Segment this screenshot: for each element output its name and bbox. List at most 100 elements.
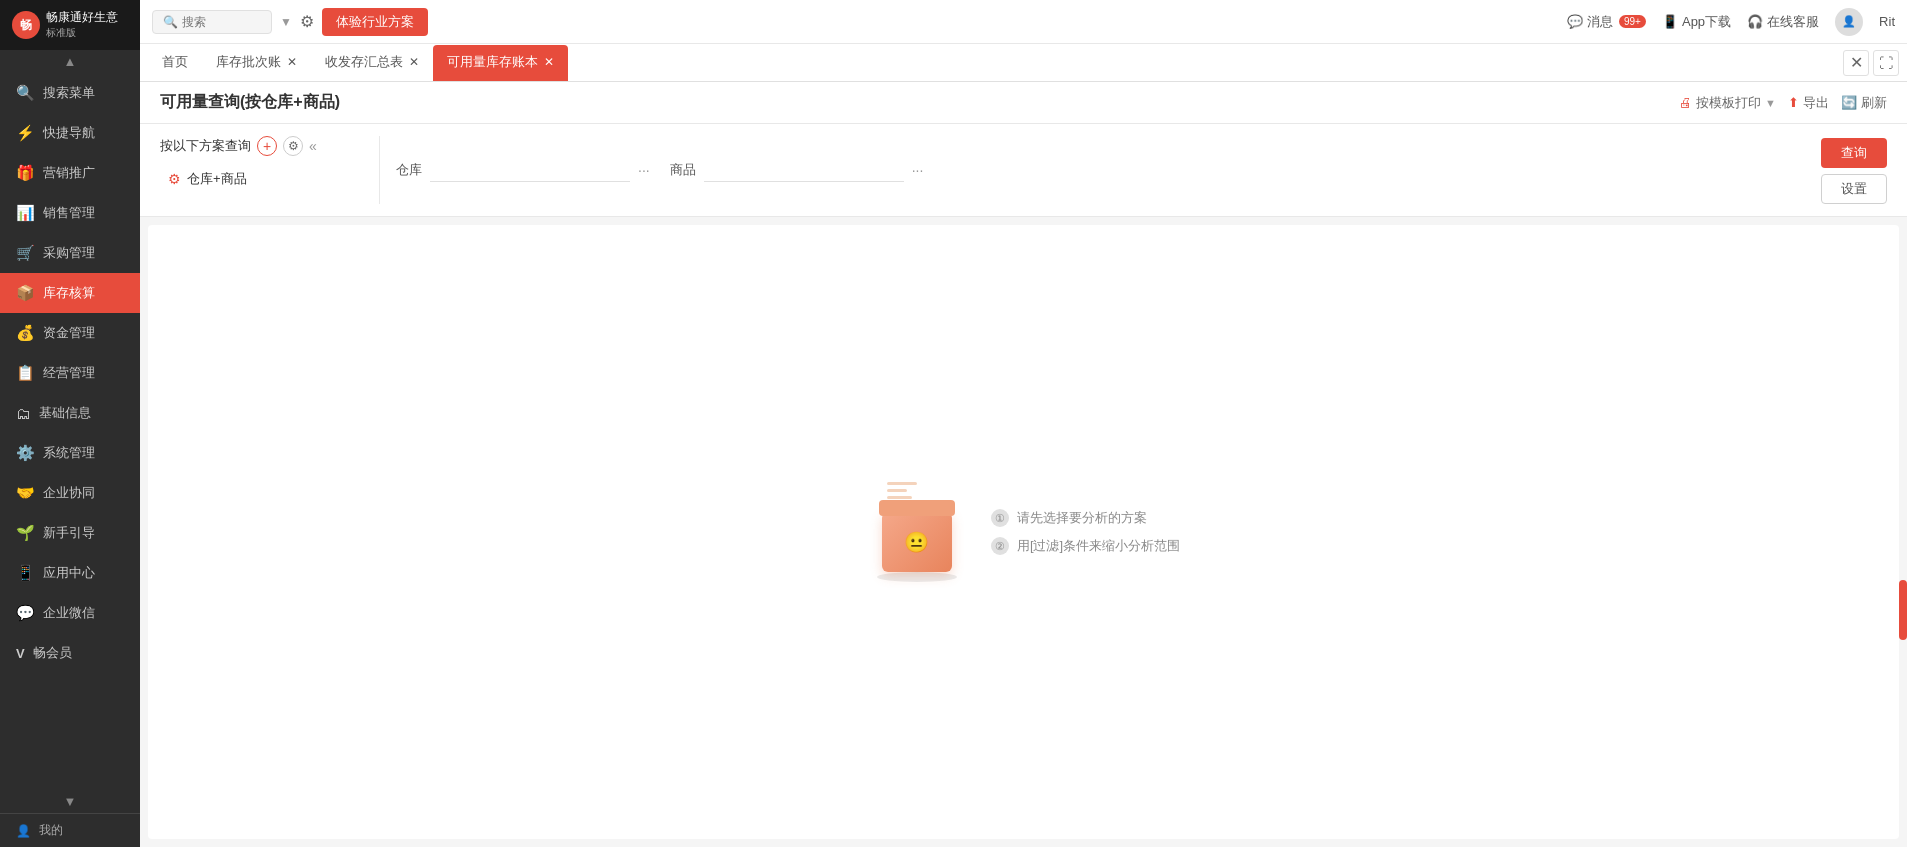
sidebar-scroll-up[interactable]: ▲ — [0, 50, 140, 73]
app-icon: 📱 — [16, 564, 35, 582]
filter-collapse-icon[interactable]: « — [309, 138, 317, 154]
sidebar-item-sales[interactable]: 📊 销售管理 — [0, 193, 140, 233]
refresh-icon: 🔄 — [1841, 95, 1857, 110]
message-badge: 99+ — [1619, 15, 1646, 28]
filter-settings-icon[interactable]: ⚙ — [283, 136, 303, 156]
template-print-btn[interactable]: 🖨 按模板打印 ▼ — [1679, 94, 1776, 112]
export-icon: ⬆ — [1788, 95, 1799, 110]
sidebar-header: 畅 畅康通好生意 标准版 — [0, 0, 140, 50]
settings-button[interactable]: 设置 — [1821, 174, 1887, 204]
funds-icon: 💰 — [16, 324, 35, 342]
avatar-icon: 👤 — [1842, 15, 1856, 28]
sidebar-subtitle: 标准版 — [46, 26, 118, 40]
warehouse-label: 仓库 — [396, 161, 422, 179]
tab-close-receipt[interactable]: ✕ — [409, 55, 419, 69]
sidebar-item-search[interactable]: 🔍 搜索菜单 — [0, 73, 140, 113]
tabs-actions: ✕ ⛶ — [1843, 50, 1899, 76]
filter-option-icon: ⚙ — [168, 171, 181, 187]
sidebar-item-enterprise[interactable]: 🤝 企业协同 — [0, 473, 140, 513]
empty-lines-decoration — [887, 482, 917, 499]
warehouse-input[interactable] — [430, 158, 630, 182]
product-more-icon[interactable]: ··· — [912, 162, 924, 178]
page-content: 可用量查询(按仓库+商品) 🖨 按模板打印 ▼ ⬆ 导出 🔄 刷新 — [140, 82, 1907, 847]
dropdown-chevron-icon[interactable]: ▼ — [280, 15, 292, 29]
sidebar-title: 畅康通好生意 — [46, 10, 118, 26]
tab-home[interactable]: 首页 — [148, 45, 202, 81]
gift-icon: 🎁 — [16, 164, 35, 182]
sidebar-item-basic[interactable]: 🗂 基础信息 — [0, 393, 140, 433]
newbie-icon: 🌱 — [16, 524, 35, 542]
filter-option-warehouse-product[interactable]: ⚙ 仓库+商品 — [160, 164, 363, 194]
sidebar: 畅 畅康通好生意 标准版 ▲ 🔍 搜索菜单 ⚡ 快捷导航 🎁 营销推广 📊 销售… — [0, 0, 140, 847]
sidebar-item-system[interactable]: ⚙️ 系统管理 — [0, 433, 140, 473]
query-button[interactable]: 查询 — [1821, 138, 1887, 168]
empty-hint-2: ② 用[过滤]条件来缩小分析范围 — [991, 537, 1180, 555]
tab-batch-account[interactable]: 库存批次账 ✕ — [202, 45, 311, 81]
search-icon: 🔍 — [163, 15, 178, 29]
export-btn[interactable]: ⬆ 导出 — [1788, 94, 1829, 112]
phone-icon: 📱 — [1662, 14, 1678, 29]
cart-icon: 🛒 — [16, 244, 35, 262]
operations-icon: 📋 — [16, 364, 35, 382]
filter-area: 按以下方案查询 + ⚙ « ⚙ 仓库+商品 仓库 ··· 商品 — [140, 124, 1907, 217]
gear-icon[interactable]: ⚙ — [300, 12, 314, 31]
topbar: 🔍 ▼ ⚙ 体验行业方案 💬 消息 99+ 📱 App下载 🎧 在线客服 👤 — [140, 0, 1907, 44]
sidebar-item-newbie[interactable]: 🌱 新手引导 — [0, 513, 140, 553]
trial-button[interactable]: 体验行业方案 — [322, 8, 428, 36]
message-icon: 💬 — [1567, 14, 1583, 29]
sidebar-item-inventory[interactable]: 📦 库存核算 — [0, 273, 140, 313]
print-chevron-icon[interactable]: ▼ — [1765, 97, 1776, 109]
empty-box-icon — [882, 512, 952, 572]
online-service-btn[interactable]: 🎧 在线客服 — [1747, 13, 1819, 31]
sidebar-item-operations[interactable]: 📋 经营管理 — [0, 353, 140, 393]
main-content: 🔍 ▼ ⚙ 体验行业方案 💬 消息 99+ 📱 App下载 🎧 在线客服 👤 — [140, 0, 1907, 847]
sidebar-item-marketing[interactable]: 🎁 营销推广 — [0, 153, 140, 193]
empty-state: ① 请先选择要分析的方案 ② 用[过滤]条件来缩小分析范围 — [148, 225, 1899, 839]
tab-close-batch[interactable]: ✕ — [287, 55, 297, 69]
page-actions: 🖨 按模板打印 ▼ ⬆ 导出 🔄 刷新 — [1679, 94, 1887, 112]
sidebar-bottom[interactable]: 👤 我的 — [0, 813, 140, 847]
topbar-right: 💬 消息 99+ 📱 App下载 🎧 在线客服 👤 Rit — [1567, 8, 1895, 36]
message-btn[interactable]: 💬 消息 99+ — [1567, 13, 1646, 31]
tab-close-available[interactable]: ✕ — [544, 55, 554, 69]
print-icon: 🖨 — [1679, 95, 1692, 110]
filter-action-btns: 查询 设置 — [1821, 136, 1887, 204]
tab-available-ledger[interactable]: 可用量库存账本 ✕ — [433, 45, 568, 81]
sidebar-item-app-center[interactable]: 📱 应用中心 — [0, 553, 140, 593]
headset-icon: 🎧 — [1747, 14, 1763, 29]
filter-field-warehouse: 仓库 ··· — [396, 158, 650, 182]
product-input[interactable] — [704, 158, 904, 182]
filter-left: 按以下方案查询 + ⚙ « ⚙ 仓库+商品 — [160, 136, 380, 204]
search-icon: 🔍 — [16, 84, 35, 102]
tabs-bar: 首页 库存批次账 ✕ 收发存汇总表 ✕ 可用量库存账本 ✕ ✕ ⛶ — [140, 44, 1907, 82]
page-title: 可用量查询(按仓库+商品) — [160, 92, 340, 113]
member-icon: V — [16, 646, 25, 661]
tabs-expand-button[interactable]: ⛶ — [1873, 50, 1899, 76]
warehouse-more-icon[interactable]: ··· — [638, 162, 650, 178]
tabs-close-button[interactable]: ✕ — [1843, 50, 1869, 76]
empty-shadow — [877, 572, 957, 582]
app-download-btn[interactable]: 📱 App下载 — [1662, 13, 1731, 31]
search-input[interactable] — [182, 15, 262, 29]
filter-title: 按以下方案查询 + ⚙ « — [160, 136, 363, 156]
filter-add-button[interactable]: + — [257, 136, 277, 156]
sidebar-item-funds[interactable]: 💰 资金管理 — [0, 313, 140, 353]
system-icon: ⚙️ — [16, 444, 35, 462]
refresh-btn[interactable]: 🔄 刷新 — [1841, 94, 1887, 112]
sidebar-scroll-down[interactable]: ▼ — [0, 790, 140, 813]
topbar-search-box[interactable]: 🔍 — [152, 10, 272, 34]
sidebar-item-member[interactable]: V 畅会员 — [0, 633, 140, 673]
tab-receipt-summary[interactable]: 收发存汇总表 ✕ — [311, 45, 433, 81]
wechat-icon: 💬 — [16, 604, 35, 622]
avatar: 👤 — [1835, 8, 1863, 36]
page-header: 可用量查询(按仓库+商品) 🖨 按模板打印 ▼ ⬆ 导出 🔄 刷新 — [140, 82, 1907, 124]
sidebar-item-quick-nav[interactable]: ⚡ 快捷导航 — [0, 113, 140, 153]
enterprise-icon: 🤝 — [16, 484, 35, 502]
sidebar-menu: 🔍 搜索菜单 ⚡ 快捷导航 🎁 营销推广 📊 销售管理 🛒 采购管理 📦 库存核… — [0, 73, 140, 790]
username-label[interactable]: Rit — [1879, 14, 1895, 29]
sidebar-item-purchase[interactable]: 🛒 采购管理 — [0, 233, 140, 273]
basic-icon: 🗂 — [16, 405, 31, 422]
person-icon: 👤 — [16, 824, 31, 838]
right-scrollbar[interactable] — [1899, 580, 1907, 640]
sidebar-item-wechat[interactable]: 💬 企业微信 — [0, 593, 140, 633]
